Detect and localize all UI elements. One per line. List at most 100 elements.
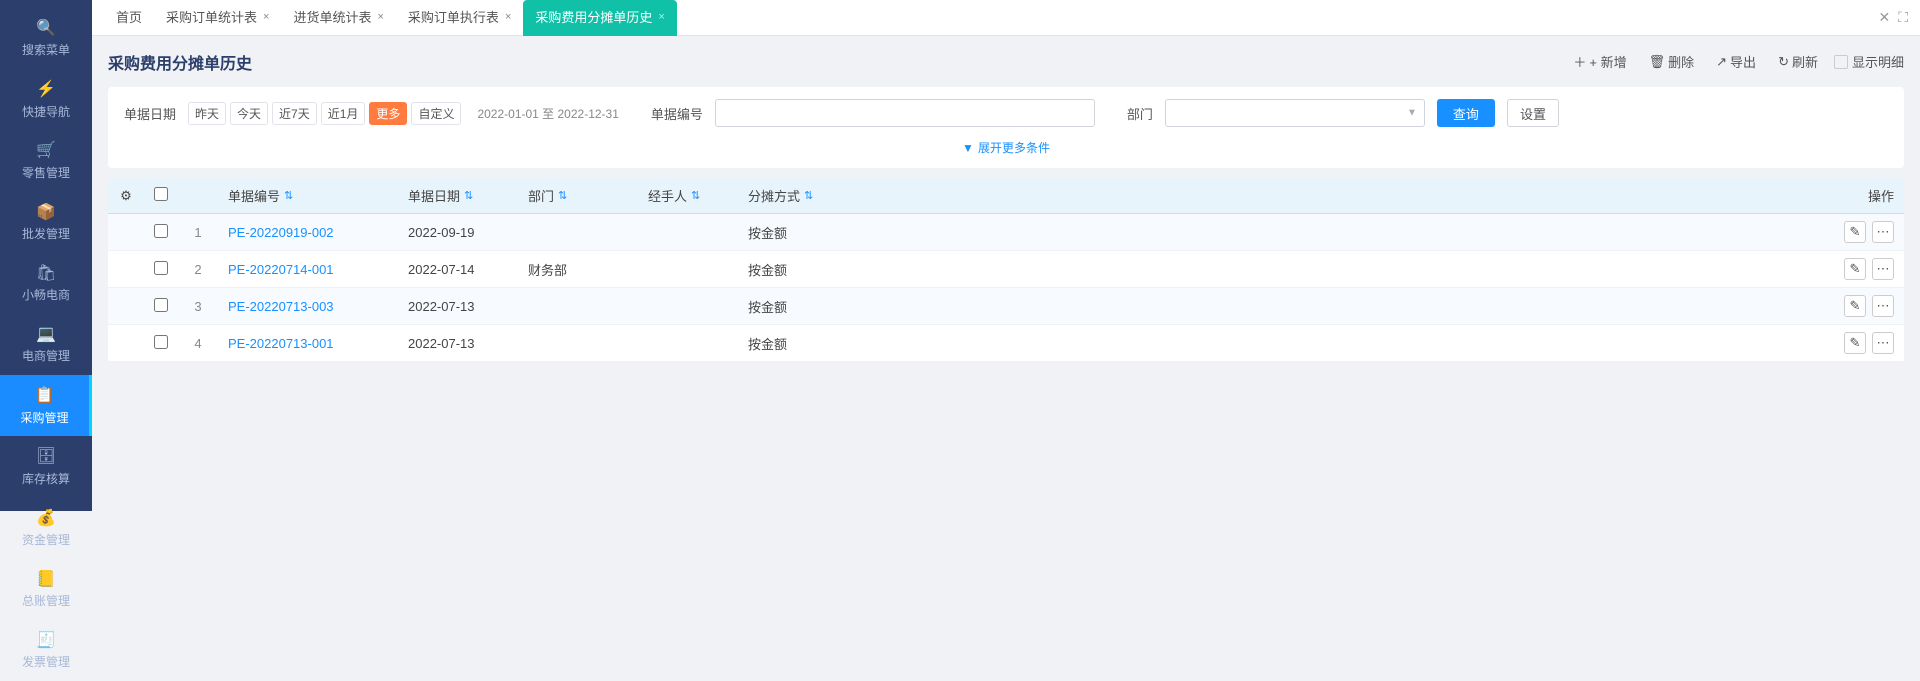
sidebar-item-retail[interactable]: 🛒零售管理 bbox=[0, 130, 92, 191]
dept-select[interactable]: 财务部 bbox=[1165, 99, 1425, 127]
row-more-btn-0[interactable]: ⋯ bbox=[1872, 221, 1894, 243]
sidebar-label-wholesale: 批发管理 bbox=[22, 227, 70, 241]
tab-label-purchase-order-stat: 采购订单统计表 bbox=[166, 7, 257, 26]
th-method[interactable]: 分摊方式 ⇅ bbox=[738, 178, 1814, 214]
row-gear-3 bbox=[108, 325, 144, 362]
sidebar-icon-wholesale: 📦 bbox=[4, 202, 88, 224]
tab-home[interactable]: 首页 bbox=[104, 0, 154, 36]
sidebar-item-ledger[interactable]: 📒总账管理 bbox=[0, 559, 92, 620]
doc-link-1[interactable]: PE-20220714-001 bbox=[228, 262, 334, 277]
row-edit-btn-0[interactable]: ✎ bbox=[1844, 221, 1866, 243]
sidebar-label-quick-nav: 快捷导航 bbox=[22, 105, 70, 119]
tab-bar-right: ✕ ⛶ bbox=[1878, 9, 1908, 26]
table-row: 2 PE-20220714-001 2022-07-14 财务部 按金额 ✎ ⋯ bbox=[108, 251, 1904, 288]
tab-label-purchase-receipt-stat: 进货单统计表 bbox=[293, 7, 371, 26]
row-check-0 bbox=[144, 214, 178, 251]
expand-window-icon[interactable]: ⛶ bbox=[1898, 9, 1908, 26]
row-checkbox-1[interactable] bbox=[154, 261, 168, 275]
sidebar-item-inventory[interactable]: 🗄库存核算 bbox=[0, 436, 92, 497]
sidebar-item-mini-shop[interactable]: 🛍小畅电商 bbox=[0, 253, 92, 314]
row-check-1 bbox=[144, 251, 178, 288]
tab-close-purchase-order-stat[interactable]: × bbox=[263, 11, 269, 23]
tab-close-purchase-receipt-stat[interactable]: × bbox=[377, 11, 383, 23]
row-checkbox-3[interactable] bbox=[154, 335, 168, 349]
row-edit-btn-1[interactable]: ✎ bbox=[1844, 258, 1866, 280]
close-window-icon[interactable]: ✕ bbox=[1878, 9, 1890, 26]
date-btn-today[interactable]: 今天 bbox=[230, 102, 268, 125]
row-method-3: 按金额 bbox=[738, 325, 1814, 362]
row-edit-btn-2[interactable]: ✎ bbox=[1844, 295, 1866, 317]
row-docno-2: PE-20220713-003 bbox=[218, 288, 398, 325]
th-date[interactable]: 单据日期 ⇅ bbox=[398, 178, 518, 214]
refresh-icon: ↻ bbox=[1778, 54, 1789, 70]
date-btn-1month[interactable]: 近1月 bbox=[321, 102, 366, 125]
row-date-0: 2022-09-19 bbox=[398, 214, 518, 251]
sidebar-item-ecommerce[interactable]: 💻电商管理 bbox=[0, 314, 92, 375]
dept-select-container: 财务部 ▼ bbox=[1165, 99, 1425, 127]
sidebar-icon-search-menu: 🔍 bbox=[4, 18, 88, 40]
tab-purchase-order-exec[interactable]: 采购订单执行表 × bbox=[396, 0, 523, 36]
sidebar-label-invoice: 发票管理 bbox=[22, 655, 70, 669]
tab-label-home: 首页 bbox=[116, 7, 142, 26]
row-checkbox-0[interactable] bbox=[154, 224, 168, 238]
expand-row: ▼ 展开更多条件 bbox=[124, 135, 1888, 160]
search-row-1: 单据日期 昨天 今天 近7天 近1月 更多 自定义 2022-01-01 至 2… bbox=[124, 99, 1888, 127]
tab-close-purchase-order-exec[interactable]: × bbox=[505, 11, 511, 23]
sidebar-item-finance[interactable]: 💰资金管理 bbox=[0, 498, 92, 559]
sidebar-item-quick-nav[interactable]: ⚡快捷导航 bbox=[0, 69, 92, 130]
tab-purchase-receipt-stat[interactable]: 进货单统计表 × bbox=[281, 0, 395, 36]
row-method-0: 按金额 bbox=[738, 214, 1814, 251]
row-handler-1 bbox=[638, 251, 738, 288]
export-button[interactable]: ↗ 导出 bbox=[1710, 48, 1762, 75]
date-btn-more[interactable]: 更多 bbox=[369, 102, 407, 125]
refresh-button[interactable]: ↻ 刷新 bbox=[1772, 48, 1824, 75]
sidebar-item-wholesale[interactable]: 📦 批发管理 bbox=[0, 192, 92, 253]
doc-no-input[interactable] bbox=[715, 99, 1095, 127]
row-checkbox-2[interactable] bbox=[154, 298, 168, 312]
row-actions-1: ✎ ⋯ bbox=[1814, 251, 1904, 288]
dept-sort-icon: ⇅ bbox=[558, 189, 567, 202]
th-no bbox=[178, 178, 218, 214]
tab-purchase-order-stat[interactable]: 采购订单统计表 × bbox=[154, 0, 281, 36]
delete-icon: 🗑 bbox=[1649, 54, 1666, 70]
th-handler[interactable]: 经手人 ⇅ bbox=[638, 178, 738, 214]
sidebar-item-purchase[interactable]: 📋采购管理 bbox=[0, 375, 92, 436]
table-header-row: ⚙ 单据编号 ⇅ 单据日期 bbox=[108, 178, 1904, 214]
sidebar-item-search-menu[interactable]: 🔍搜索菜单 bbox=[0, 8, 92, 69]
doc-link-0[interactable]: PE-20220919-002 bbox=[228, 225, 334, 240]
show-cols-toggle[interactable]: 显示明细 bbox=[1834, 52, 1904, 71]
add-button[interactable]: ＋ + 新增 bbox=[1567, 48, 1632, 75]
row-edit-btn-3[interactable]: ✎ bbox=[1844, 332, 1866, 354]
row-more-btn-3[interactable]: ⋯ bbox=[1872, 332, 1894, 354]
th-doc-no[interactable]: 单据编号 ⇅ bbox=[218, 178, 398, 214]
row-actions-3: ✎ ⋯ bbox=[1814, 325, 1904, 362]
doc-link-2[interactable]: PE-20220713-003 bbox=[228, 299, 334, 314]
tab-purchase-cost-split[interactable]: 采购费用分摊单历史× bbox=[523, 0, 676, 36]
sidebar-item-invoice[interactable]: 🧾发票管理 bbox=[0, 620, 92, 681]
th-gear[interactable]: ⚙ bbox=[108, 178, 144, 214]
row-no-1: 2 bbox=[178, 251, 218, 288]
date-btn-yesterday[interactable]: 昨天 bbox=[188, 102, 226, 125]
add-icon: ＋ bbox=[1573, 52, 1586, 71]
doc-link-3[interactable]: PE-20220713-001 bbox=[228, 336, 334, 351]
row-dept-1: 财务部 bbox=[518, 251, 638, 288]
expand-conditions-button[interactable]: ▼ 展开更多条件 bbox=[962, 139, 1050, 156]
date-btn-custom[interactable]: 自定义 bbox=[411, 102, 461, 125]
row-date-1: 2022-07-14 bbox=[398, 251, 518, 288]
th-dept[interactable]: 部门 ⇅ bbox=[518, 178, 638, 214]
dept-label: 部门 bbox=[1127, 104, 1153, 123]
select-all-checkbox[interactable] bbox=[154, 187, 168, 201]
setting-button[interactable]: 设置 bbox=[1507, 99, 1559, 127]
date-btn-7days[interactable]: 近7天 bbox=[272, 102, 317, 125]
tab-close-purchase-cost-split[interactable]: × bbox=[658, 11, 664, 23]
search-button[interactable]: 查询 bbox=[1437, 99, 1495, 127]
show-cols-checkbox[interactable] bbox=[1834, 55, 1848, 69]
tab-label-purchase-order-exec: 采购订单执行表 bbox=[408, 7, 499, 26]
page-title: 采购费用分摊单历史 bbox=[108, 50, 252, 74]
data-table: ⚙ 单据编号 ⇅ 单据日期 bbox=[108, 178, 1904, 362]
sidebar-label-finance: 资金管理 bbox=[22, 533, 70, 547]
content-area: 采购费用分摊单历史 ＋ + 新增 🗑 删除 ↗ 导出 ↻ 刷新 bbox=[92, 36, 1920, 511]
row-more-btn-1[interactable]: ⋯ bbox=[1872, 258, 1894, 280]
row-more-btn-2[interactable]: ⋯ bbox=[1872, 295, 1894, 317]
delete-button[interactable]: 🗑 删除 bbox=[1643, 48, 1701, 75]
